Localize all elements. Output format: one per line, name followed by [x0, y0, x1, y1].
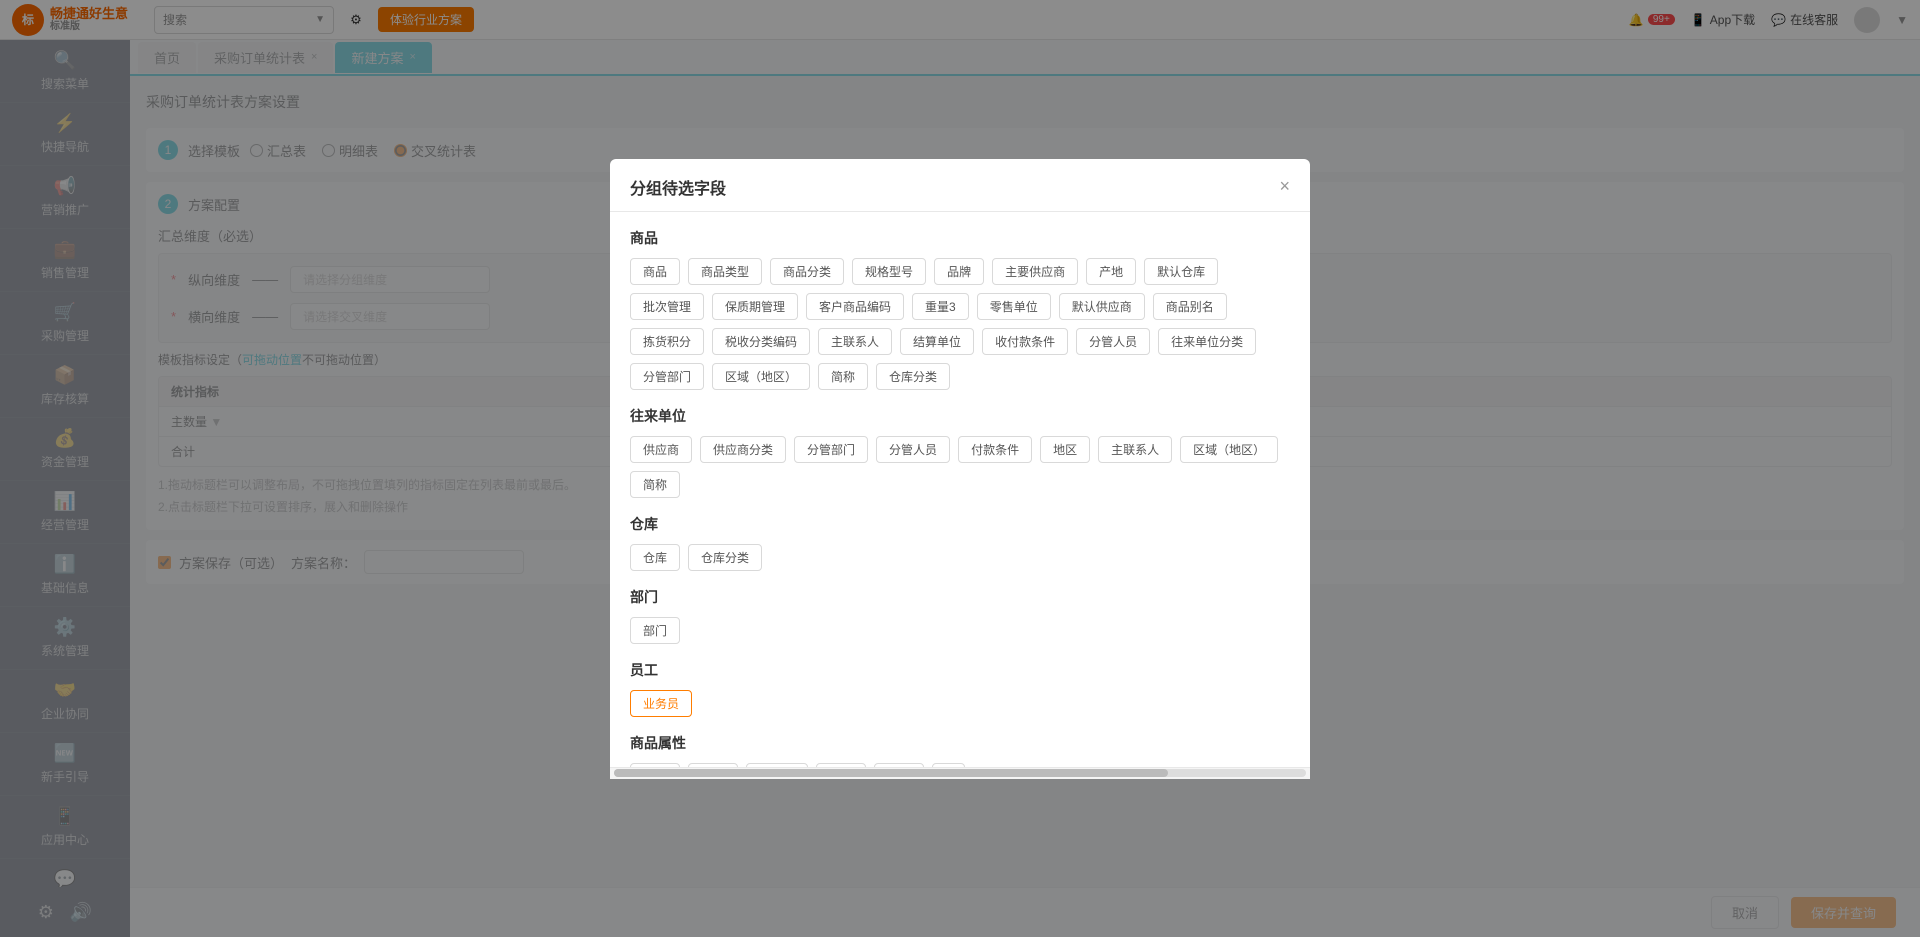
section-warehouse-title: 仓库: [630, 514, 1290, 534]
field-retail-unit[interactable]: 零售单位: [977, 293, 1051, 320]
section-dept: 部门 部门: [630, 587, 1290, 644]
section-partner-title: 往来单位: [630, 406, 1290, 426]
field-short-name-goods[interactable]: 简称: [818, 363, 868, 390]
field-region-goods[interactable]: 区域（地区）: [712, 363, 810, 390]
field-default-supplier[interactable]: 默认供应商: [1059, 293, 1145, 320]
field-main-contact-partner[interactable]: 主联系人: [1098, 436, 1172, 463]
field-expiry-mgmt[interactable]: 保质期管理: [712, 293, 798, 320]
section-employee: 员工 业务员: [630, 660, 1290, 717]
modal-overlay: 分组待选字段 × 商品 商品 商品类型 商品分类 规格型号 品牌 主要供应商 产…: [0, 0, 1920, 937]
section-dept-title: 部门: [630, 587, 1290, 607]
warehouse-fields: 仓库 仓库分类: [630, 544, 1290, 571]
field-default-warehouse[interactable]: 默认仓库: [1144, 258, 1218, 285]
modal-title: 分组待选字段: [630, 175, 726, 199]
partner-fields: 供应商 供应商分类 分管部门 分管人员 付款条件 地区 主联系人 区域（地区） …: [630, 436, 1290, 498]
section-goods: 商品 商品 商品类型 商品分类 规格型号 品牌 主要供应商 产地 默认仓库 批次…: [630, 228, 1290, 390]
field-salesperson[interactable]: 业务员: [630, 690, 692, 717]
goods-fields: 商品 商品类型 商品分类 规格型号 品牌 主要供应商 产地 默认仓库 批次管理 …: [630, 258, 1290, 390]
field-goods-type[interactable]: 商品类型: [688, 258, 762, 285]
field-goods-alias[interactable]: 商品别名: [1153, 293, 1227, 320]
modal-close-button[interactable]: ×: [1279, 176, 1290, 197]
modal-body: 商品 商品 商品类型 商品分类 规格型号 品牌 主要供应商 产地 默认仓库 批次…: [610, 212, 1310, 767]
section-goods-attr: 商品属性 属性 颜色 多规格 尺码 鞋码 1: [630, 733, 1290, 767]
employee-fields: 业务员: [630, 690, 1290, 717]
field-origin[interactable]: 产地: [1086, 258, 1136, 285]
field-goods-category[interactable]: 商品分类: [770, 258, 844, 285]
section-partner: 往来单位 供应商 供应商分类 分管部门 分管人员 付款条件 地区 主联系人 区域…: [630, 406, 1290, 498]
field-manager[interactable]: 分管人员: [1076, 328, 1150, 355]
field-supplier-category[interactable]: 供应商分类: [700, 436, 786, 463]
section-employee-title: 员工: [630, 660, 1290, 680]
field-region-partner[interactable]: 地区: [1040, 436, 1090, 463]
field-dept[interactable]: 分管部门: [630, 363, 704, 390]
section-goods-title: 商品: [630, 228, 1290, 248]
modal-horizontal-scrollbar[interactable]: [610, 767, 1310, 779]
field-warehouse-category[interactable]: 仓库分类: [688, 544, 762, 571]
field-short-name-partner[interactable]: 简称: [630, 471, 680, 498]
field-partner-category[interactable]: 往来单位分类: [1158, 328, 1256, 355]
field-settlement-unit[interactable]: 结算单位: [900, 328, 974, 355]
field-warehouse[interactable]: 仓库: [630, 544, 680, 571]
section-goods-attr-title: 商品属性: [630, 733, 1290, 753]
section-warehouse: 仓库 仓库 仓库分类: [630, 514, 1290, 571]
field-department[interactable]: 部门: [630, 617, 680, 644]
field-area-partner[interactable]: 区域（地区）: [1180, 436, 1278, 463]
field-dept-partner[interactable]: 分管部门: [794, 436, 868, 463]
field-spec-model[interactable]: 规格型号: [852, 258, 926, 285]
field-tax-code[interactable]: 税收分类编码: [712, 328, 810, 355]
field-payment-terms[interactable]: 收付款条件: [982, 328, 1068, 355]
field-weight3[interactable]: 重量3: [912, 293, 969, 320]
field-goods[interactable]: 商品: [630, 258, 680, 285]
field-supplier[interactable]: 供应商: [630, 436, 692, 463]
modal-header: 分组待选字段 ×: [610, 159, 1310, 212]
field-batch-mgmt[interactable]: 批次管理: [630, 293, 704, 320]
field-pick-points[interactable]: 拣货积分: [630, 328, 704, 355]
field-select-modal: 分组待选字段 × 商品 商品 商品类型 商品分类 规格型号 品牌 主要供应商 产…: [610, 159, 1310, 779]
field-main-contact[interactable]: 主联系人: [818, 328, 892, 355]
field-customer-sku[interactable]: 客户商品编码: [806, 293, 904, 320]
field-main-supplier[interactable]: 主要供应商: [992, 258, 1078, 285]
field-warehouse-category-goods[interactable]: 仓库分类: [876, 363, 950, 390]
field-brand[interactable]: 品牌: [934, 258, 984, 285]
field-manager-partner[interactable]: 分管人员: [876, 436, 950, 463]
field-payment-cond[interactable]: 付款条件: [958, 436, 1032, 463]
dept-fields: 部门: [630, 617, 1290, 644]
